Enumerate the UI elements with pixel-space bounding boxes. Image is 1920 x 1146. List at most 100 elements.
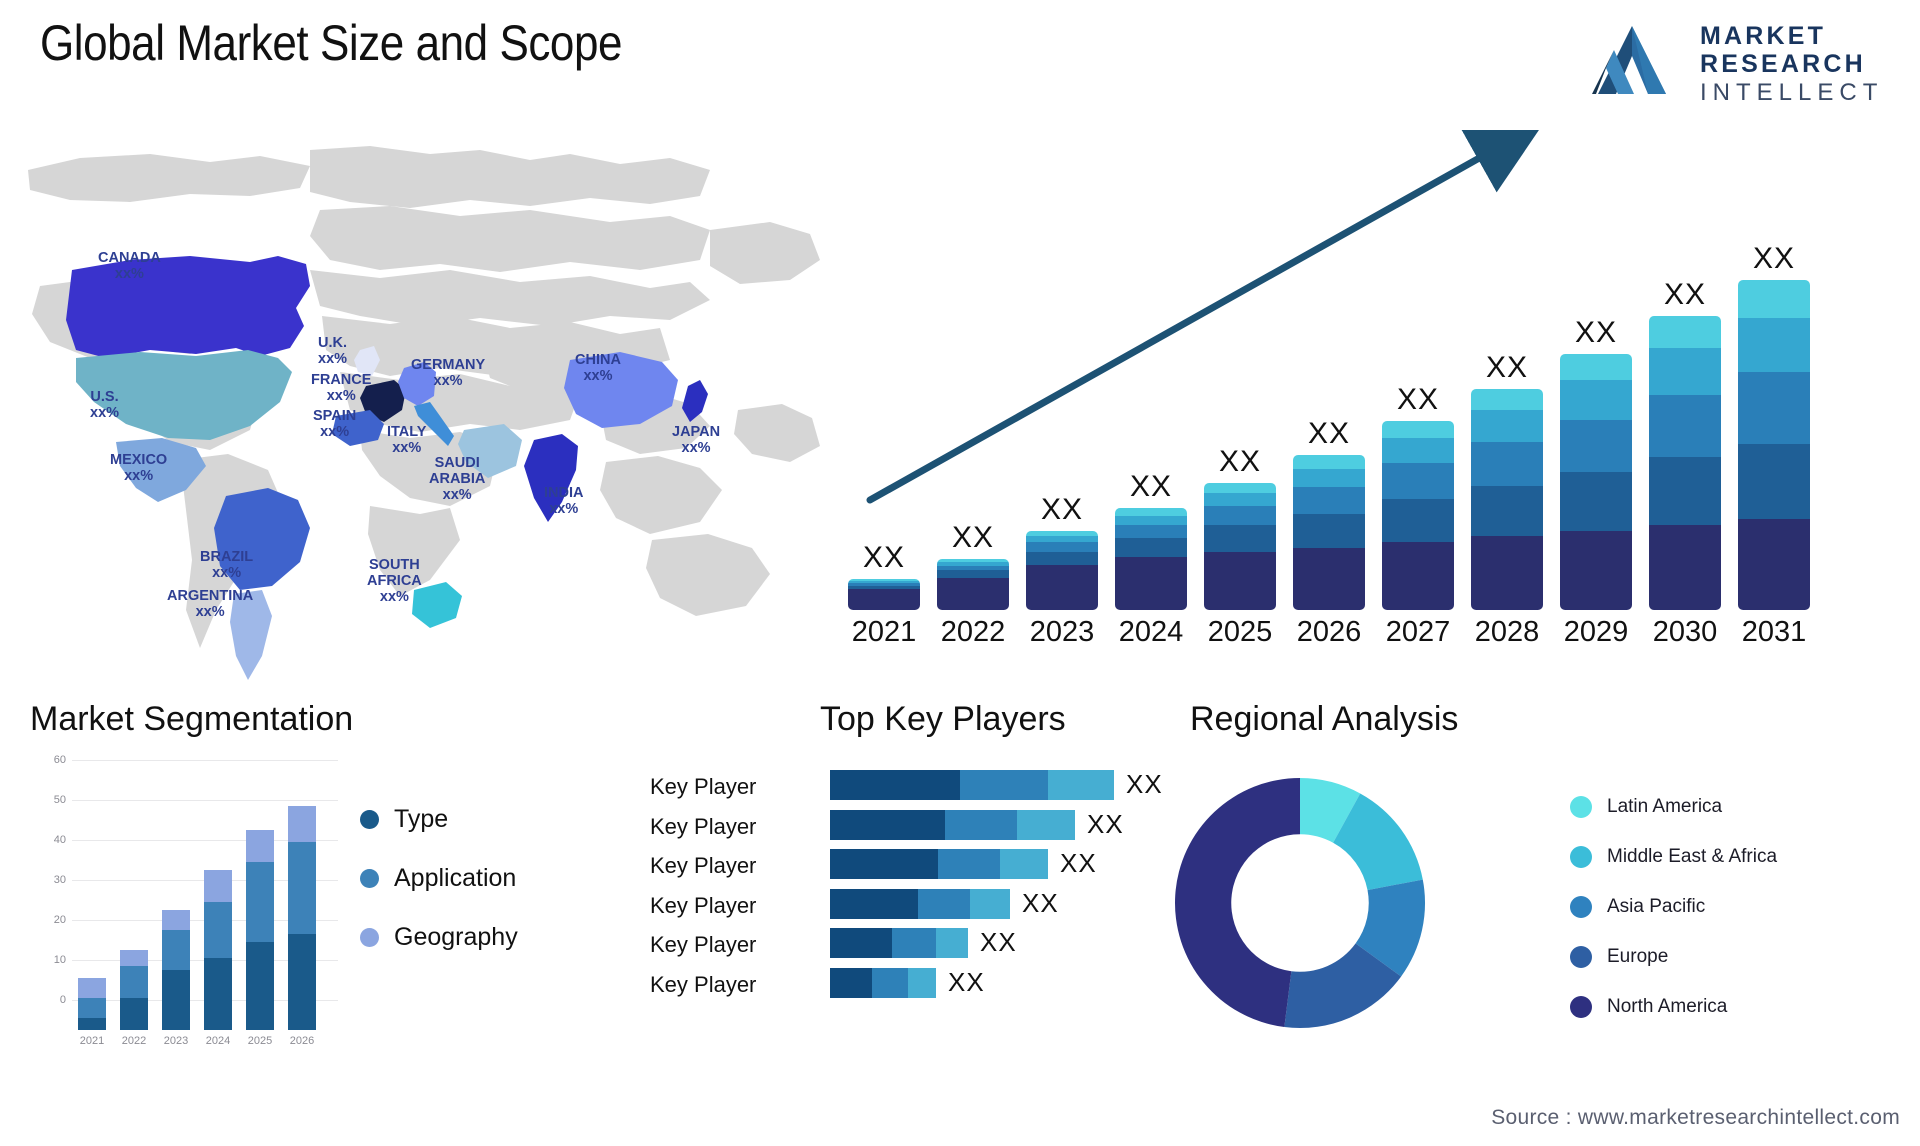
bar-segment-segment-1 <box>1738 519 1810 610</box>
key-player-bar <box>830 809 1075 840</box>
bar-value-label: XX <box>1485 351 1529 385</box>
source-attribution: Source : www.marketresearchintellect.com <box>1491 1106 1900 1129</box>
key-player-bar <box>830 967 936 998</box>
segmentation-y-tick: 0 <box>59 994 66 1006</box>
map-label-argentina: ARGENTINA xx% <box>167 588 253 620</box>
segmentation-segment-application <box>204 902 232 958</box>
stacked-bar <box>937 559 1009 610</box>
segmentation-y-tick: 60 <box>53 754 66 766</box>
legend-label: North America <box>1607 996 1728 1017</box>
regional-legend-item-middle-east-africa[interactable]: Middle East & Africa <box>1570 840 1777 874</box>
key-player-segment-segment-1 <box>830 770 960 800</box>
market-segmentation-legend: Type Application Geography <box>360 805 518 982</box>
map-label-brazil: BRAZIL xx% <box>200 549 253 581</box>
bar-segment-segment-2 <box>1293 513 1365 548</box>
bar-year-label: 2028 <box>1474 616 1540 648</box>
segmentation-legend-item-type[interactable]: Type <box>360 805 518 834</box>
regional-legend-item-europe[interactable]: Europe <box>1570 940 1777 974</box>
stacked-bar <box>848 578 920 610</box>
segmentation-legend-item-application[interactable]: Application <box>360 864 518 893</box>
map-label-value: xx% <box>124 468 154 484</box>
segmentation-segment-geography <box>162 910 190 930</box>
key-player-name: Key Player <box>650 892 757 918</box>
key-player-value-label: XX <box>980 927 1017 957</box>
map-label-name: SOUTH <box>369 557 420 573</box>
map-label-name: CHINA <box>575 352 621 368</box>
map-label-name: INDIA <box>544 485 584 501</box>
bar-segment-segment-3 <box>1560 419 1632 473</box>
map-label-value: xx% <box>326 388 356 404</box>
bar-segment-segment-2 <box>1649 457 1721 526</box>
bar-segment-segment-1 <box>1204 551 1276 610</box>
segmentation-segment-application <box>162 930 190 970</box>
regional-legend-item-asia-pacific[interactable]: Asia Pacific <box>1570 890 1777 924</box>
key-player-bar <box>830 770 1114 800</box>
bar-segment-segment-3 <box>1471 442 1543 486</box>
map-label-india: INDIA xx% <box>544 485 583 517</box>
legend-label: Europe <box>1607 946 1669 967</box>
bar-segment-segment-5 <box>1382 421 1454 439</box>
segmentation-y-tick: 50 <box>53 794 66 806</box>
segmentation-bar-2024: 2024 <box>204 870 232 1047</box>
key-player-segment-segment-3 <box>908 967 936 998</box>
map-label-name-2: ARABIA <box>429 471 486 487</box>
bar-value-label: XX <box>1396 383 1440 417</box>
stacked-bar <box>1026 530 1098 610</box>
bar-value-label: XX <box>862 540 906 574</box>
map-label-value: xx% <box>212 565 242 581</box>
segmentation-bar-2022: 2022 <box>120 950 148 1047</box>
bar-segment-segment-4 <box>1738 317 1810 373</box>
legend-swatch-icon <box>1570 846 1592 868</box>
map-label-name: U.S. <box>90 389 119 405</box>
segmentation-segment-application <box>78 998 106 1018</box>
bar-segment-segment-2 <box>1115 538 1187 558</box>
logo-line-intellect: INTELLECT <box>1700 79 1884 106</box>
segmentation-gridline <box>72 800 338 801</box>
stacked-bar <box>1204 482 1276 610</box>
stacked-bar <box>1649 315 1721 610</box>
donut-slice-north-america[interactable] <box>1174 778 1300 1028</box>
map-label-name: FRANCE <box>311 372 372 388</box>
bar-segment-segment-5 <box>1649 315 1721 348</box>
map-label-value: xx% <box>681 440 711 456</box>
bar-value-label: XX <box>1307 417 1351 451</box>
bar-year-label: 2022 <box>940 616 1006 648</box>
map-label-japan: JAPAN xx% <box>672 424 720 456</box>
map-label-name: JAPAN <box>672 424 721 440</box>
logo-line-research: RESEARCH <box>1700 50 1866 78</box>
segmentation-segment-geography <box>120 950 148 966</box>
market-segmentation-panel: Market Segmentation 0 10 20 30 40 50 60 2021 202… <box>30 700 650 1120</box>
regional-legend-item-north-america[interactable]: North America <box>1570 990 1777 1024</box>
bar-group-2026: XX 2026 <box>1293 417 1365 648</box>
legend-swatch-icon <box>1570 796 1592 818</box>
bar-segment-segment-3 <box>1115 525 1187 539</box>
bar-year-label: 2026 <box>1296 616 1362 648</box>
legend-label: Type <box>394 805 449 833</box>
bar-segment-segment-5 <box>1738 280 1810 318</box>
bar-group-2028: XX 2028 <box>1471 351 1543 648</box>
bar-segment-segment-2 <box>937 570 1009 578</box>
brand-wordmark: MARKET RESEARCH INTELLECT <box>1700 22 1883 108</box>
bar-value-label: XX <box>951 521 995 555</box>
segmentation-legend-item-geography[interactable]: Geography <box>360 923 518 952</box>
segmentation-bar-2023: 2023 <box>162 910 190 1047</box>
bar-segment-segment-5 <box>1115 508 1187 516</box>
bar-segment-segment-2 <box>1382 498 1454 543</box>
bar-segment-segment-1 <box>1026 564 1098 610</box>
stacked-bar <box>1382 421 1454 610</box>
map-label-value: xx% <box>318 351 348 367</box>
legend-label: Asia Pacific <box>1607 896 1706 917</box>
segmentation-segment-application <box>246 862 274 942</box>
bar-group-2025: XX 2025 <box>1204 445 1276 648</box>
bar-year-label: 2030 <box>1652 616 1718 648</box>
key-player-segment-segment-1 <box>830 809 945 840</box>
segmentation-y-tick: 10 <box>53 954 66 966</box>
bar-segment-segment-5 <box>1560 353 1632 380</box>
bar-year-label: 2031 <box>1741 616 1807 648</box>
segmentation-segment-geography <box>246 830 274 862</box>
bar-year-label: 2024 <box>1118 616 1184 648</box>
map-label-italy: ITALY xx% <box>387 424 426 456</box>
bar-group-2027: XX 2027 <box>1382 383 1454 648</box>
key-player-name: Key Player <box>650 932 757 957</box>
regional-legend-item-latin-america[interactable]: Latin America <box>1570 790 1777 824</box>
